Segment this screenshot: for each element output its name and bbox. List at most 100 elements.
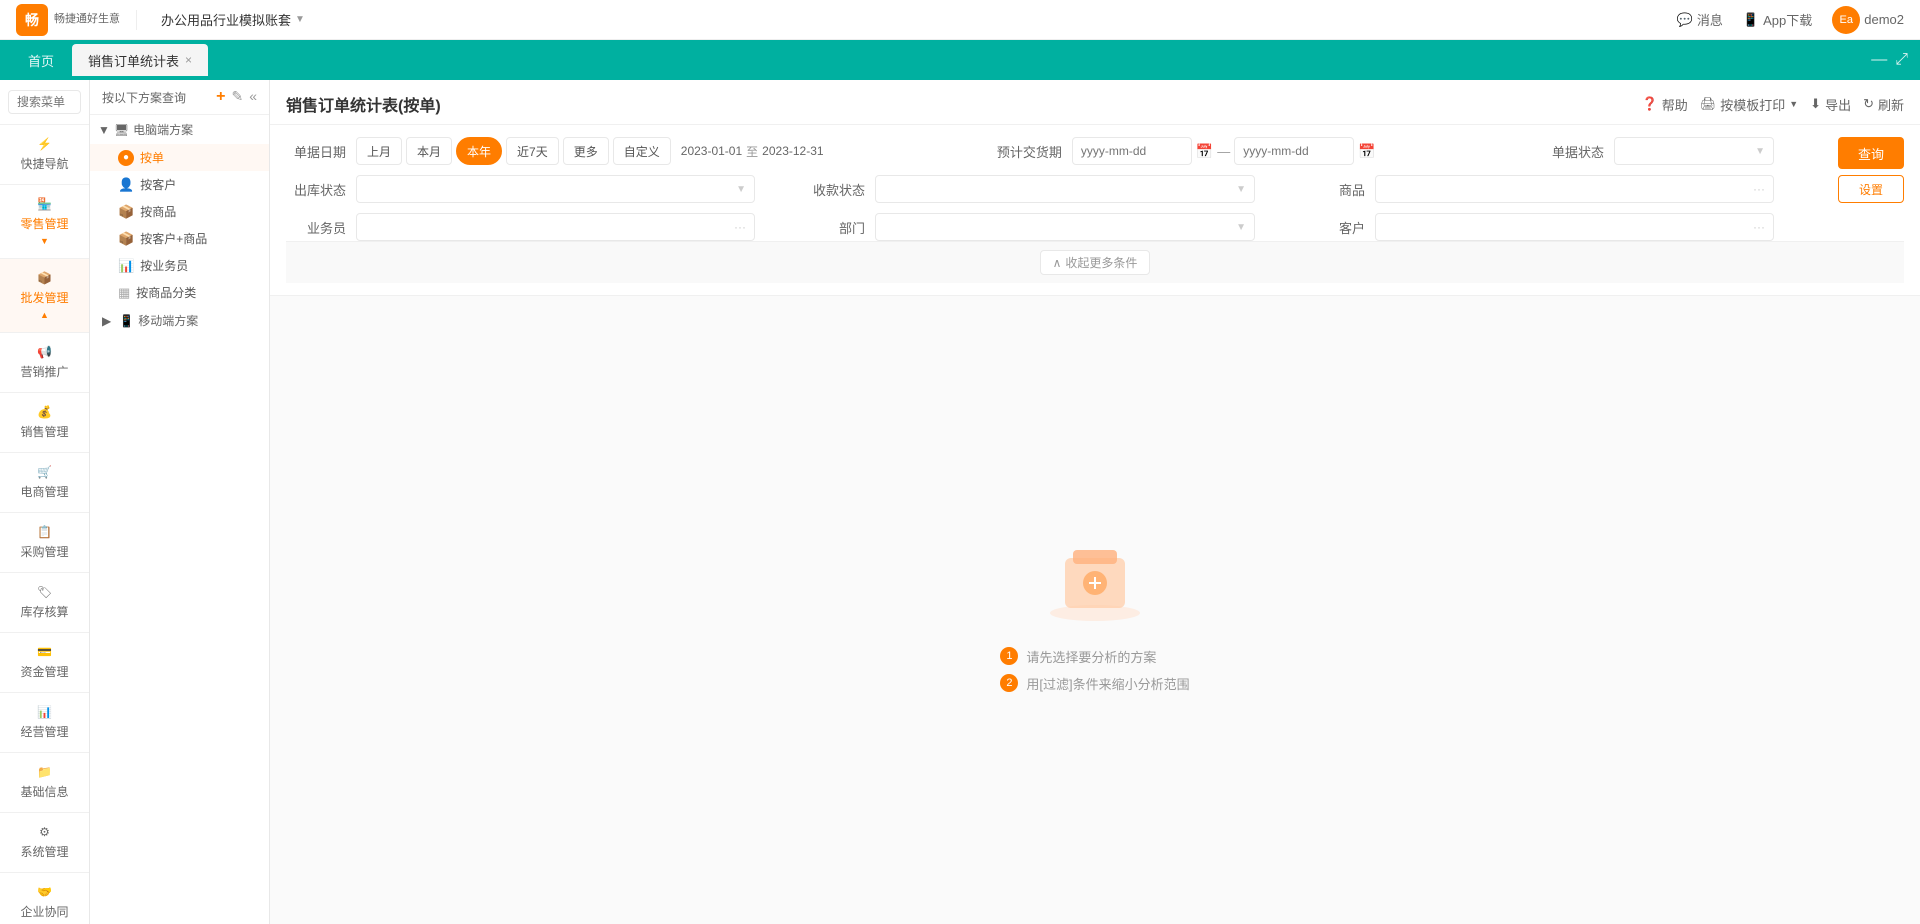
sidebar-item-sales[interactable]: 💰 销售管理 xyxy=(0,393,89,453)
search-input[interactable] xyxy=(8,90,81,114)
filter-top-section: 单据日期 上月 本月 本年 近7天 更多 自定义 2023-01-01 至 xyxy=(286,137,1904,165)
goods-select[interactable]: ··· xyxy=(1375,175,1774,203)
sidebar-item-marketing[interactable]: 📢 营销推广 xyxy=(0,333,89,393)
sidebar-item-enterprise[interactable]: 🤝 企业协同 xyxy=(0,873,89,924)
chevron-icon: ▼ xyxy=(40,236,49,246)
date-sep: — xyxy=(1217,144,1230,159)
sidebar-item-wholesale[interactable]: 📦 批发管理 ▲ xyxy=(0,259,89,333)
chevron-down-icon: ▼ xyxy=(98,123,110,137)
refresh-label: 刷新 xyxy=(1878,95,1904,114)
scheme-label: 按客户+商品 xyxy=(140,230,207,247)
tab-maximize-icon[interactable]: ⤢ xyxy=(1895,51,1908,69)
group-label: 电脑端方案 xyxy=(133,121,193,138)
sidebar-item-inventory[interactable]: 🏷 库存核算 xyxy=(0,573,89,633)
scheme-label: 按单 xyxy=(140,149,164,166)
dept-select[interactable]: ▼ xyxy=(875,213,1255,241)
page-header: 销售订单统计表(按单) ❓ 帮助 🖨 按模板打印 ▼ ⬇ 导出 xyxy=(270,80,1920,125)
sidebar-label: 电商管理 xyxy=(20,483,68,500)
tab-label: 销售订单统计表 xyxy=(88,51,179,70)
sidebar-item-ecommerce[interactable]: 🛒 电商管理 xyxy=(0,453,89,513)
staff-label: 业务员 xyxy=(286,218,346,237)
solution-group-mobile-title[interactable]: ▶ 📱 移动端方案 xyxy=(90,306,269,335)
tab-minimize-icon[interactable]: — xyxy=(1871,51,1887,69)
desktop-icon: 🖥 xyxy=(114,123,129,137)
company-selector[interactable]: 办公用品行业模拟账套 ▼ xyxy=(153,10,313,29)
tab-home[interactable]: 首页 xyxy=(12,44,70,76)
chevron-right-icon: ▶ xyxy=(102,314,111,328)
sidebar-item-finance[interactable]: 💳 资金管理 xyxy=(0,633,89,693)
empty-illustration xyxy=(1035,528,1155,631)
scheme-item-goods[interactable]: 📦 按商品 xyxy=(90,198,269,225)
scheme-item-order[interactable]: ● 按单 xyxy=(90,144,269,171)
help-button[interactable]: ❓ 帮助 xyxy=(1642,95,1688,114)
filter-row-1: 单据日期 上月 本月 本年 近7天 更多 自定义 2023-01-01 至 xyxy=(286,137,1904,165)
scheme-item-customer-goods[interactable]: 📦 按客户+商品 xyxy=(90,225,269,252)
action-buttons: 查询 设置 xyxy=(1838,137,1904,203)
refresh-button[interactable]: ↻ 刷新 xyxy=(1863,95,1904,114)
edit-scheme-button[interactable]: ✎ xyxy=(231,88,243,106)
print-button[interactable]: 🖨 按模板打印 ▼ xyxy=(1700,95,1798,114)
empty-icon xyxy=(1035,528,1155,628)
sidebar-item-quick-nav[interactable]: ⚡ 快捷导航 xyxy=(0,125,89,185)
bar-chart-icon: 📊 xyxy=(118,258,134,274)
export-button[interactable]: ⬇ 导出 xyxy=(1810,95,1851,114)
date-btn-this-year[interactable]: 本年 xyxy=(456,137,502,165)
sidebar: ⚡ 快捷导航 🏪 零售管理 ▼ 📦 批发管理 ▲ 📢 营销推广 💰 销售管理 🛒… xyxy=(0,80,90,924)
solution-group-desktop: ▼ 🖥 电脑端方案 ● 按单 👤 按客户 📦 按商品 📦 xyxy=(90,115,269,306)
help-label: 帮助 xyxy=(1662,95,1688,114)
scheme-label: 按商品 xyxy=(140,203,176,220)
filter-row-3: 业务员 ··· 部门 ▼ 客户 ··· xyxy=(286,213,1904,241)
top-bar-right: 💬 消息 📱 App下载 Ea demo2 xyxy=(1677,6,1904,34)
date-label: 单据日期 xyxy=(286,142,346,161)
message-button[interactable]: 💬 消息 xyxy=(1677,10,1723,29)
date-btn-custom[interactable]: 自定义 xyxy=(613,137,671,165)
avatar-text: Ea xyxy=(1840,14,1853,26)
expected-date-start[interactable] xyxy=(1072,137,1192,165)
expected-date-end[interactable] xyxy=(1234,137,1354,165)
right-content: 销售订单统计表(按单) ❓ 帮助 🖨 按模板打印 ▼ ⬇ 导出 xyxy=(270,80,1920,924)
tab-close-icon[interactable]: × xyxy=(185,53,192,67)
date-btn-more[interactable]: 更多 xyxy=(563,137,609,165)
receive-status-select[interactable]: ▼ xyxy=(875,175,1255,203)
doc-status-select[interactable]: ▼ xyxy=(1614,137,1774,165)
calendar-icon-2: 📅 xyxy=(1358,143,1375,160)
staff-select[interactable]: ··· xyxy=(356,213,755,241)
dept-label: 部门 xyxy=(805,218,865,237)
scheme-item-customer[interactable]: 👤 按客户 xyxy=(90,171,269,198)
export-label: 导出 xyxy=(1825,95,1851,114)
add-scheme-button[interactable]: + xyxy=(216,88,225,106)
date-btn-7days[interactable]: 近7天 xyxy=(506,137,559,165)
sidebar-item-basic-info[interactable]: 📁 基础信息 xyxy=(0,753,89,813)
settings-button[interactable]: 设置 xyxy=(1838,175,1904,203)
scheme-item-staff[interactable]: 📊 按业务员 xyxy=(90,252,269,279)
date-buttons-group: 上月 本月 本年 近7天 更多 自定义 xyxy=(356,137,671,165)
date-btn-last-month[interactable]: 上月 xyxy=(356,137,402,165)
out-status-select[interactable]: ▼ xyxy=(356,175,755,203)
date-range-group: 2023-01-01 至 2023-12-31 xyxy=(681,143,824,160)
tab-sales-order[interactable]: 销售订单统计表 × xyxy=(72,44,208,76)
solution-group-desktop-title[interactable]: ▼ 🖥 电脑端方案 xyxy=(90,115,269,144)
query-button[interactable]: 查询 xyxy=(1838,137,1904,169)
user-menu[interactable]: Ea demo2 xyxy=(1832,6,1904,34)
filter-area: 单据日期 上月 本月 本年 近7天 更多 自定义 2023-01-01 至 xyxy=(270,125,1920,296)
scheme-item-category[interactable]: ▦ 按商品分类 xyxy=(90,279,269,306)
sidebar-label: 采购管理 xyxy=(20,543,68,560)
collapse-bar: ∧ 收起更多条件 xyxy=(286,241,1904,283)
divider xyxy=(136,10,137,30)
collapse-panel-button[interactable]: « xyxy=(249,88,257,106)
goods-icon: 📦 xyxy=(118,204,134,220)
doc-status-label: 单据状态 xyxy=(1544,142,1604,161)
company-name: 办公用品行业模拟账套 xyxy=(161,10,291,29)
sidebar-item-management[interactable]: 📊 经营管理 xyxy=(0,693,89,753)
marketing-icon: 📢 xyxy=(37,345,52,359)
collapse-button[interactable]: ∧ 收起更多条件 xyxy=(1040,250,1151,275)
app-download-button[interactable]: 📱 App下载 xyxy=(1743,10,1812,29)
ellipsis-icon: ··· xyxy=(734,220,746,234)
sidebar-item-retail[interactable]: 🏪 零售管理 ▼ xyxy=(0,185,89,259)
top-bar-left: 畅 畅捷通好生意 办公用品行业模拟账套 ▼ xyxy=(16,4,313,36)
sidebar-item-system[interactable]: ⚙ 系统管理 xyxy=(0,813,89,873)
customer-select[interactable]: ··· xyxy=(1375,213,1774,241)
date-btn-this-month[interactable]: 本月 xyxy=(406,137,452,165)
filter-row-2: 出库状态 ▼ 收款状态 ▼ 商品 ··· xyxy=(286,175,1904,203)
sidebar-item-purchase[interactable]: 📋 采购管理 xyxy=(0,513,89,573)
